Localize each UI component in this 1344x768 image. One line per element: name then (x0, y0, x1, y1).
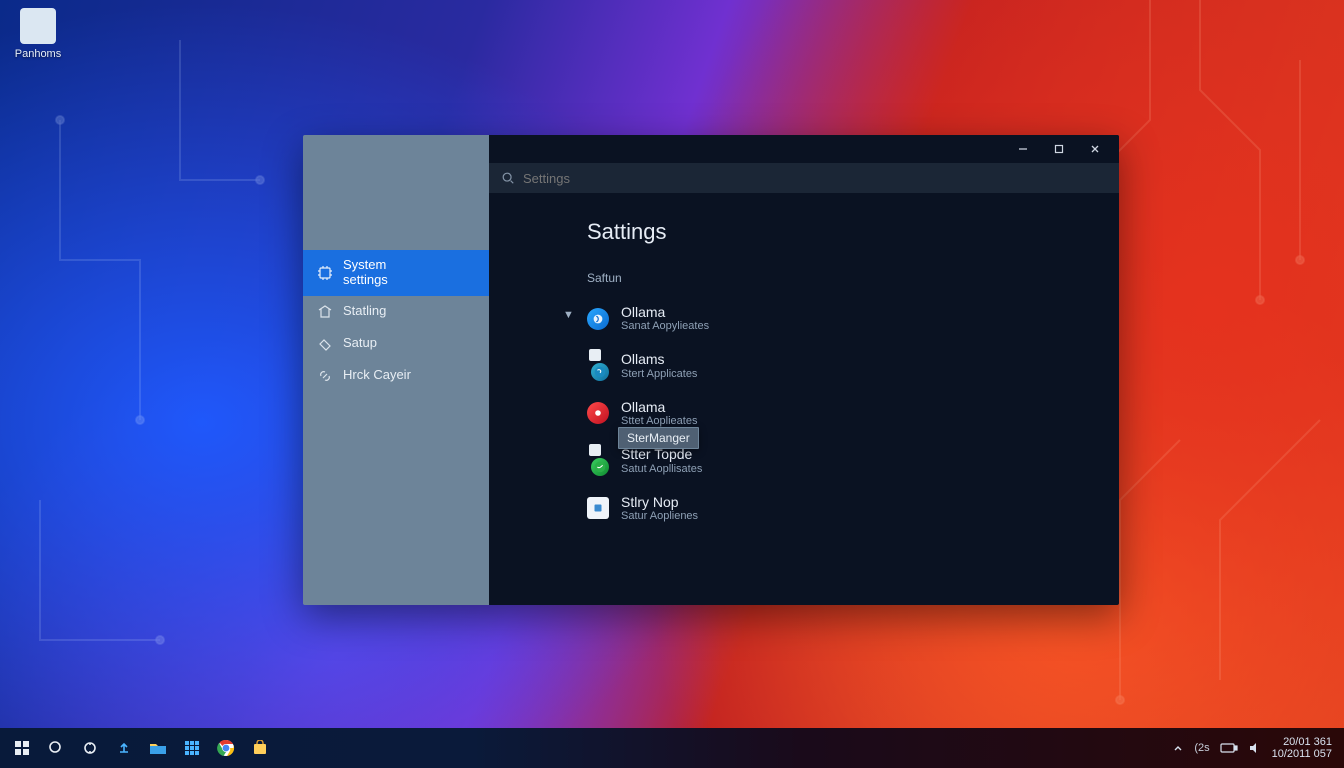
settings-content: Sattings Saftun ▼ Ollama Sanat Aopylieat… (489, 199, 1119, 536)
sidebar-item-label: System settings (343, 258, 388, 288)
app-name: Ollama (621, 400, 697, 415)
app-publisher: Sttet Aoplieates (621, 415, 697, 427)
app-publisher: Satut Aopllisates (621, 463, 702, 475)
settings-search-bar[interactable] (489, 163, 1119, 193)
app-checkbox[interactable] (589, 444, 601, 456)
taskbar-app-store[interactable] (246, 734, 274, 762)
desktop[interactable]: Panhoms System settings Statling (0, 0, 1344, 768)
tag-icon (317, 304, 333, 320)
startup-app-row[interactable]: Stlry Nop Satur Aoplienes (587, 489, 1119, 536)
startup-app-row[interactable]: ▼ Ollama Sanat Aopylieates (587, 299, 1119, 346)
app-checkbox[interactable] (589, 349, 601, 361)
app-publisher: Stert Applicates (621, 368, 697, 380)
window-titlebar[interactable] (489, 135, 1119, 163)
app-icon (591, 458, 609, 476)
close-button[interactable] (1077, 135, 1113, 163)
app-name: Stter Topde (621, 447, 702, 462)
settings-window: System settings Statling Satup Hrck Caye… (303, 135, 1119, 605)
app-icon (591, 363, 609, 381)
sidebar-item-system-settings[interactable]: System settings (303, 250, 489, 296)
sidebar-item-label: Statling (343, 304, 386, 319)
taskbar-app-explorer[interactable] (144, 734, 172, 762)
desktop-shortcut[interactable]: Panhoms (2, 8, 74, 60)
tag-icon (317, 336, 333, 352)
folder-icon (20, 8, 56, 44)
app-icon (587, 497, 609, 519)
tooltip: SterManger (618, 427, 699, 449)
app-name: Ollama (621, 305, 709, 320)
taskbar-clock[interactable]: 20/01 361 10/2011 057 (1272, 736, 1336, 760)
taskbar[interactable]: (2s 20/01 361 10/2011 057 (0, 728, 1344, 768)
tray-battery-icon[interactable] (1220, 742, 1238, 754)
app-publisher: Sanat Aopylieates (621, 320, 709, 332)
app-name: Ollams (621, 352, 697, 367)
tray-chevron-up-icon[interactable] (1172, 742, 1184, 754)
startup-app-row[interactable]: Ollams Stert Applicates (587, 346, 1119, 393)
search-icon (501, 171, 515, 185)
sidebar-item-satup[interactable]: Satup (303, 328, 489, 360)
settings-sidebar: System settings Statling Satup Hrck Caye… (303, 135, 489, 605)
task-view-button[interactable] (76, 734, 104, 762)
clock-line-2: 10/2011 057 (1272, 748, 1332, 760)
settings-icon (317, 265, 333, 281)
maximize-button[interactable] (1041, 135, 1077, 163)
app-name: Stlry Nop (621, 495, 698, 510)
app-publisher: Satur Aoplienes (621, 510, 698, 522)
taskbar-app-chrome[interactable] (212, 734, 240, 762)
start-button[interactable] (8, 734, 36, 762)
tray-audio-icon[interactable] (1248, 741, 1262, 755)
page-title: Sattings (587, 219, 1119, 245)
taskbar-app-share[interactable] (110, 734, 138, 762)
clock-line-1: 20/01 361 (1272, 736, 1332, 748)
section-label: Saftun (587, 271, 1119, 285)
desktop-shortcut-label: Panhoms (15, 48, 61, 60)
settings-search-input[interactable] (523, 171, 1107, 186)
sidebar-item-statling[interactable]: Statling (303, 296, 489, 328)
taskbar-app-grid[interactable] (178, 734, 206, 762)
sidebar-item-label: Satup (343, 336, 377, 351)
app-icon (587, 402, 609, 424)
sidebar-item-hrck-cayeir[interactable]: Hrck Cayeir (303, 360, 489, 392)
sidebar-item-label: Hrck Cayeir (343, 368, 411, 383)
link-icon (317, 368, 333, 384)
app-icon (587, 308, 609, 330)
settings-pane: Sattings Saftun ▼ Ollama Sanat Aopylieat… (489, 135, 1119, 605)
minimize-button[interactable] (1005, 135, 1041, 163)
tray-text: (2s (1194, 742, 1209, 754)
chevron-down-icon[interactable]: ▼ (563, 309, 574, 321)
search-button[interactable] (42, 734, 70, 762)
